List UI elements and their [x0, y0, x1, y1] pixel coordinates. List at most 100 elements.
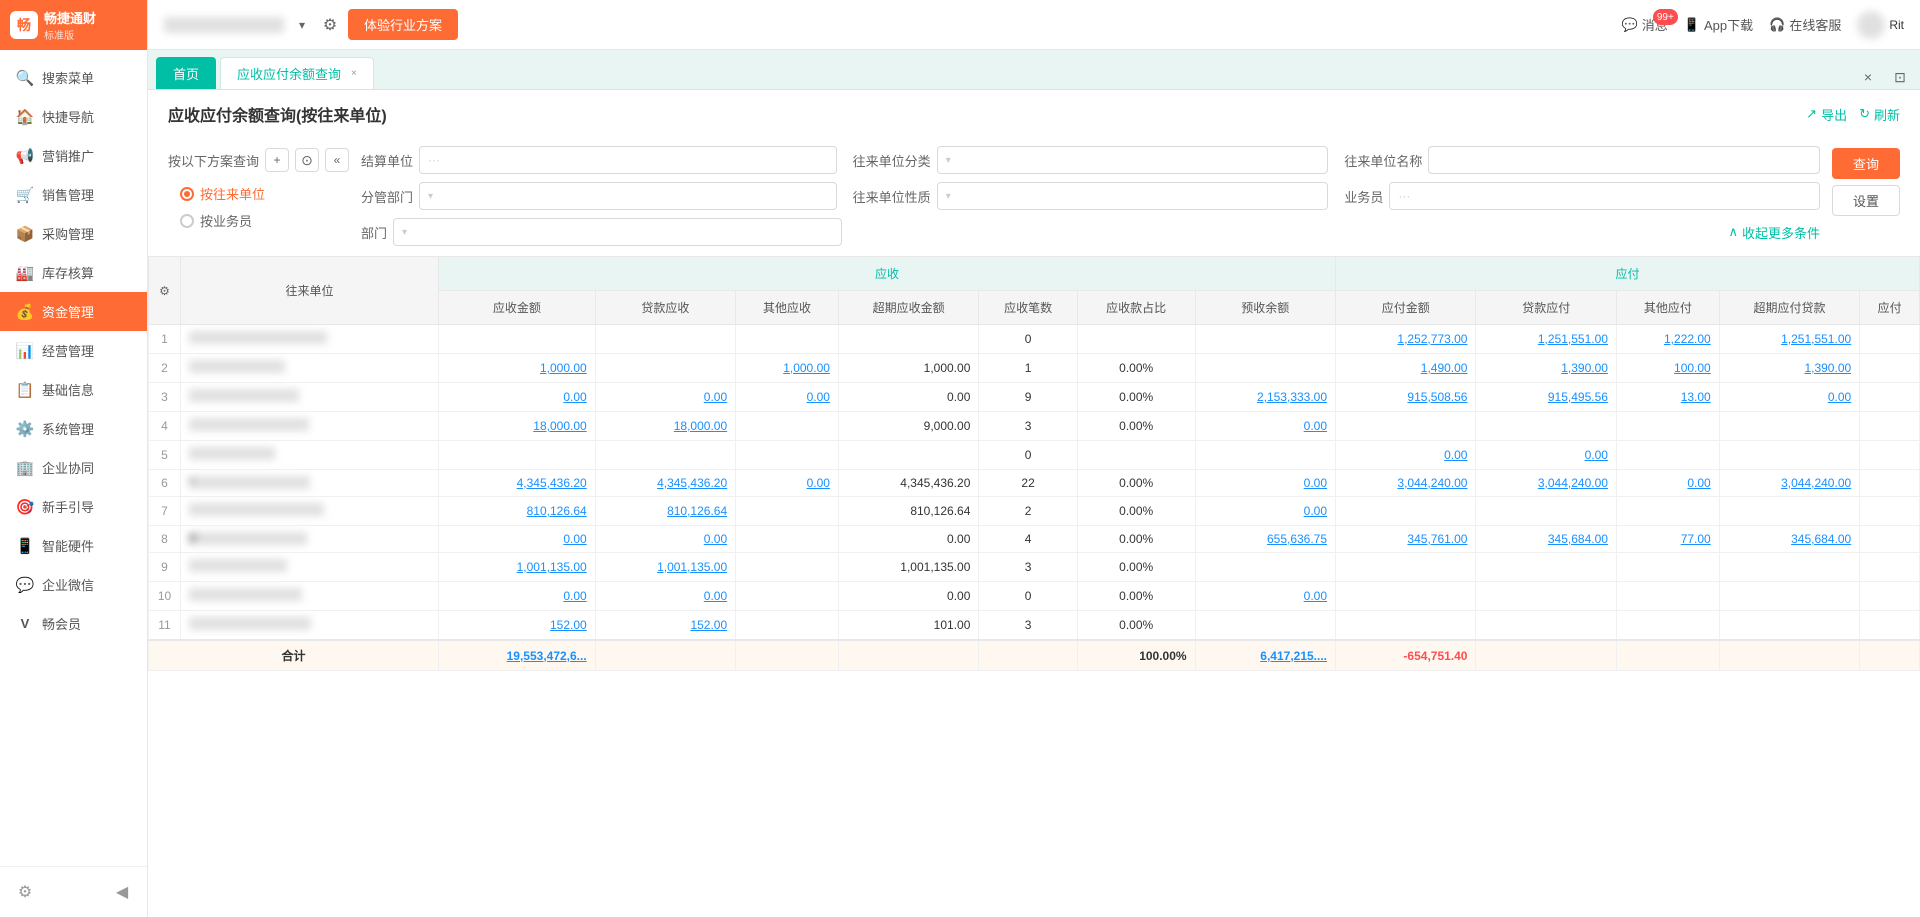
scheme-item-staff[interactable]: 按业务员	[172, 207, 349, 234]
staff-input[interactable]: ···	[1389, 182, 1820, 210]
operation-icon: 📊	[16, 342, 34, 360]
table-row: 30.000.000.000.0090.00%2,153,333.00915,5…	[149, 383, 1920, 412]
table-row: 101,252,773.001,251,551.001,222.001,251,…	[149, 325, 1920, 354]
unit-category-label: 往来单位分类	[853, 151, 931, 170]
filter-edit-btn[interactable]: ⊙	[295, 148, 319, 172]
th-payable-group: 应付	[1336, 257, 1920, 291]
footer-pay-extra	[1860, 640, 1920, 671]
filter-add-btn[interactable]: +	[265, 148, 289, 172]
th-other-recv: 其他应收	[736, 291, 839, 325]
enterprise-icon: 🏢	[16, 459, 34, 477]
sidebar-item-vip[interactable]: V 畅会员	[0, 604, 147, 643]
filter-collapse-btn[interactable]: «	[325, 148, 349, 172]
purchase-icon: 📦	[16, 225, 34, 243]
sidebar-item-hardware[interactable]: 📱 智能硬件	[0, 526, 147, 565]
unit-category-select[interactable]: ▾	[937, 146, 1329, 174]
scheme-item-unit[interactable]: 按往来单位	[172, 180, 349, 207]
home-icon: 🏠	[16, 108, 34, 126]
sidebar-bottom: ⚙ ◀	[0, 866, 147, 917]
hardware-icon: 📱	[16, 537, 34, 555]
filter-settings-btn[interactable]: 设置	[1832, 185, 1900, 216]
window-expand-btn[interactable]: ⊡	[1888, 65, 1912, 89]
collapse-area: ∧ 收起更多条件	[858, 223, 1820, 242]
sidebar-menu: 🔍 搜索菜单 🏠 快捷导航 📢 营销推广 🛒 销售管理 📦 采购管理 🏭 库存核…	[0, 50, 147, 866]
service-icon: 🎧	[1769, 17, 1785, 33]
th-recv-ratio: 应收款占比	[1077, 291, 1195, 325]
th-loan-pay: 贷款应付	[1476, 291, 1616, 325]
dept-chevron: ▾	[402, 227, 407, 238]
dept-select[interactable]: ▾	[393, 218, 842, 246]
header-msg-btn[interactable]: 💬 消息 99+	[1622, 15, 1668, 34]
page-content: 应收应付余额查询(按往来单位) ↗ 导出 ↻ 刷新 按	[148, 90, 1920, 917]
unit-nature-select[interactable]: ▾	[937, 182, 1329, 210]
header-app-btn[interactable]: 📱 App下载	[1684, 15, 1753, 34]
sidebar-item-system[interactable]: ⚙️ 系统管理	[0, 409, 147, 448]
tab-home[interactable]: 首页	[156, 57, 216, 89]
table-settings-icon[interactable]: ⚙	[159, 284, 170, 298]
sidebar-collapse-btn[interactable]: ◀	[107, 877, 137, 907]
page-actions: ↗ 导出 ↻ 刷新	[1806, 105, 1900, 124]
header-breadcrumb	[164, 17, 284, 33]
header-dropdown-icon[interactable]: ▾	[292, 15, 312, 35]
header-gear-icon[interactable]: ⚙	[320, 15, 340, 35]
unit-name-label: 往来单位名称	[1344, 151, 1422, 170]
footer-pre-recv[interactable]: 6,417,215....	[1195, 640, 1335, 671]
settlement-label: 结算单位	[361, 151, 413, 170]
sidebar-item-purchase[interactable]: 📦 采购管理	[0, 214, 147, 253]
header-user-btn[interactable]: Rit	[1857, 11, 1904, 39]
filter-field-dept: 部门 ▾	[361, 218, 842, 246]
sidebar-item-enterprise[interactable]: 🏢 企业协同	[0, 448, 147, 487]
query-btn[interactable]: 查询	[1832, 148, 1900, 179]
sidebar-item-inventory[interactable]: 🏭 库存核算	[0, 253, 147, 292]
unit-name-input[interactable]	[1428, 146, 1820, 174]
table-row: 100.000.000.0000.00%0.00	[149, 582, 1920, 611]
refresh-btn[interactable]: ↻ 刷新	[1859, 105, 1900, 124]
tab-close-icon[interactable]: ×	[351, 68, 357, 79]
table-row: 11152.00152.00101.0030.00%	[149, 611, 1920, 641]
sidebar-item-search[interactable]: 🔍 搜索菜单	[0, 58, 147, 97]
sidebar-settings-btn[interactable]: ⚙	[10, 877, 40, 907]
footer-loan-pay	[1476, 640, 1616, 671]
settlement-dots: ···	[428, 153, 440, 167]
window-close-btn[interactable]: ×	[1856, 65, 1880, 89]
filter-row-3: 部门 ▾ ∧ 收起更多条件	[361, 218, 1820, 246]
search-icon: 🔍	[16, 69, 34, 87]
th-partner: 往来单位	[181, 257, 439, 325]
sales-icon: 🛒	[16, 186, 34, 204]
sidebar-item-marketing[interactable]: 📢 营销推广	[0, 136, 147, 175]
header-left: ▾ ⚙ 体验行业方案	[164, 9, 1610, 40]
th-settings: ⚙	[149, 257, 181, 325]
table-row: 6^4,345,436.204,345,436.200.004,345,436.…	[149, 470, 1920, 497]
collapse-more-btn[interactable]: ∧ 收起更多条件	[1728, 223, 1820, 242]
sidebar-item-sales[interactable]: 🛒 销售管理	[0, 175, 147, 214]
row-num-2: 2	[149, 354, 181, 383]
table-footer-row: 合计 19,553,472,6... 100.00% 6,417,215....…	[149, 640, 1920, 671]
footer-recv-amt[interactable]: 19,553,472,6...	[439, 640, 596, 671]
row-name-9	[181, 553, 439, 582]
row-name-10	[181, 582, 439, 611]
dept-manage-select[interactable]: ▾	[419, 182, 837, 210]
sidebar-item-finance[interactable]: 💰 资金管理	[0, 292, 147, 331]
settlement-input[interactable]: ···	[419, 146, 837, 174]
sidebar-item-basic[interactable]: 📋 基础信息	[0, 370, 147, 409]
footer-label: 合计	[149, 640, 439, 671]
footer-recv-ratio: 100.00%	[1077, 640, 1195, 671]
th-other-pay: 其他应付	[1616, 291, 1719, 325]
sidebar-item-operation[interactable]: 📊 经营管理	[0, 331, 147, 370]
th-loan-recv: 贷款应收	[595, 291, 735, 325]
sidebar-item-wechat[interactable]: 💬 企业微信	[0, 565, 147, 604]
wechat-icon: 💬	[16, 576, 34, 594]
filter-area: 按以下方案查询 + ⊙ « 按往来单位	[148, 146, 1920, 256]
header-promo-btn[interactable]: 体验行业方案	[348, 9, 458, 40]
header-service-btn[interactable]: 🎧 在线客服	[1769, 15, 1841, 34]
footer-other-pay	[1616, 640, 1719, 671]
export-btn[interactable]: ↗ 导出	[1806, 105, 1847, 124]
table-row: 8P0.000.000.0040.00%655,636.75345,761.00…	[149, 526, 1920, 553]
table-row: 91,001,135.001,001,135.001,001,135.0030.…	[149, 553, 1920, 582]
row-name-4	[181, 412, 439, 441]
sidebar-item-quick[interactable]: 🏠 快捷导航	[0, 97, 147, 136]
tab-receivable[interactable]: 应收应付余额查询 ×	[220, 57, 374, 89]
th-overdue-recv: 超期应收金额	[838, 291, 978, 325]
row-name-11	[181, 611, 439, 641]
sidebar-item-guide[interactable]: 🎯 新手引导	[0, 487, 147, 526]
